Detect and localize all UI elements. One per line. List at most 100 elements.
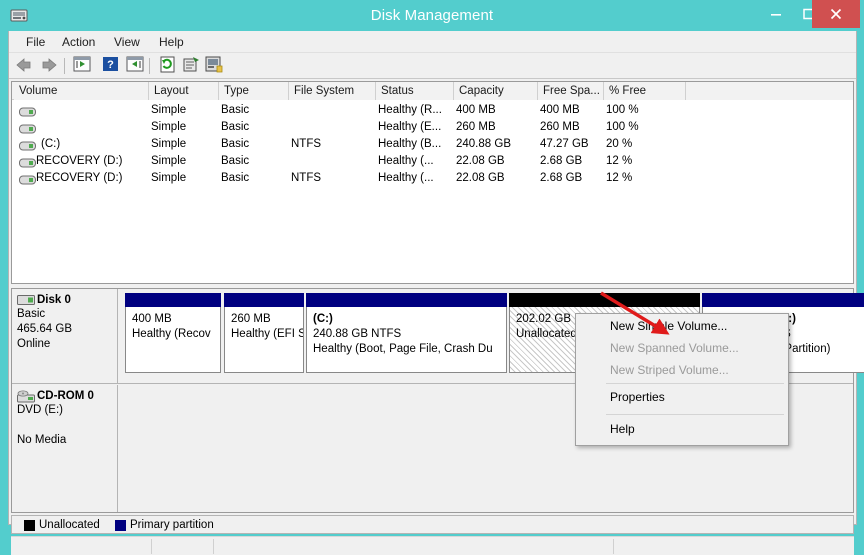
column-header-type[interactable]: Type — [219, 82, 289, 100]
column-header-file-system[interactable]: File System — [289, 82, 376, 100]
menu-bar: File Action View Help — [9, 31, 856, 53]
legend: Unallocated Primary partition — [11, 515, 854, 534]
partition-efi-260mb[interactable]: 260 MB Healthy (EFI S — [224, 293, 304, 373]
hard-disk-icon — [17, 294, 35, 307]
cell-free-space: 400 MB — [540, 102, 604, 119]
cell-volume: (C:) — [41, 136, 149, 153]
forward-button[interactable] — [39, 56, 61, 77]
column-header-layout[interactable]: Layout — [149, 82, 219, 100]
menu-item-new-striped-volume: New Striped Volume... — [577, 359, 788, 381]
disk-management-window: Disk Management File Action View Help — [0, 0, 864, 539]
svg-text:?: ? — [107, 59, 114, 71]
menu-item-help[interactable]: Help — [577, 418, 788, 440]
cell-volume — [39, 102, 149, 119]
partition-color-bar — [125, 293, 221, 307]
status-segment-2 — [151, 539, 213, 554]
menu-action[interactable]: Action — [55, 31, 102, 53]
partition-c-drive[interactable]: (C:) 240.88 GB NTFS Healthy (Boot, Page … — [306, 293, 507, 373]
column-header-blank[interactable] — [686, 82, 853, 100]
cell-free-space: 2.68 GB — [540, 170, 604, 187]
volume-list[interactable]: Volume Layout Type File System Status Ca… — [11, 81, 854, 284]
cdrom-icon — [17, 390, 35, 403]
show-hide-action-pane-button[interactable] — [126, 56, 148, 77]
cell-percent-free: 20 % — [606, 136, 686, 153]
status-segment-3 — [213, 539, 613, 554]
close-icon — [830, 8, 843, 21]
properties-icon — [182, 56, 201, 73]
cell-type: Basic — [221, 136, 289, 153]
column-header-free-space[interactable]: Free Spa... — [538, 82, 604, 100]
disk-name: CD-ROM 0 — [37, 390, 117, 403]
menu-view[interactable]: View — [107, 31, 147, 53]
disk-status: Online — [17, 337, 117, 352]
table-row[interactable]: RECOVERY (D:) Simple Basic NTFS Healthy … — [12, 170, 853, 187]
menu-item-new-simple-volume[interactable]: New Simple Volume... — [577, 315, 788, 337]
disk-status: No Media — [17, 433, 117, 448]
partition-recovery-400mb[interactable]: 400 MB Healthy (Recov — [125, 293, 221, 373]
cell-layout: Simple — [151, 119, 219, 136]
rescan-disks-icon — [159, 56, 177, 73]
toolbar-separator-2 — [149, 58, 150, 74]
forward-arrow-icon — [39, 56, 59, 74]
cell-percent-free: 12 % — [606, 153, 686, 170]
title-bar: Disk Management — [0, 0, 864, 31]
disk-info-disk-0[interactable]: Disk 0 Basic 465.64 GB Online — [12, 289, 118, 383]
cell-status: Healthy (... — [378, 153, 454, 170]
table-row[interactable]: Simple Basic Healthy (R... 400 MB 400 MB… — [12, 102, 853, 119]
toolbar: ? — [9, 53, 856, 79]
column-header-capacity[interactable]: Capacity — [454, 82, 538, 100]
menu-item-properties[interactable]: Properties — [577, 386, 788, 408]
legend-label-primary-partition: Primary partition — [130, 519, 214, 532]
volume-drive-icon — [19, 122, 36, 133]
minimize-icon — [770, 8, 782, 20]
cell-layout: Simple — [151, 153, 219, 170]
show-hide-console-tree-button[interactable] — [73, 56, 95, 77]
menu-help[interactable]: Help — [152, 31, 191, 53]
show-hide-action-pane-icon — [126, 56, 144, 72]
window-title: Disk Management — [0, 0, 864, 31]
properties-button[interactable] — [182, 56, 204, 77]
volume-drive-icon — [19, 173, 36, 184]
partition-status: Healthy (Boot, Page File, Crash Du — [313, 342, 506, 357]
table-row[interactable]: RECOVERY (D:) Simple Basic Healthy (... … — [12, 153, 853, 170]
partition-size: 240.88 GB NTFS — [313, 327, 506, 342]
table-row[interactable]: (C:) Simple Basic NTFS Healthy (B... 240… — [12, 136, 853, 153]
status-segment-4 — [613, 539, 852, 554]
help-button[interactable]: ? — [102, 56, 124, 77]
cell-percent-free: 100 % — [606, 102, 686, 119]
disk-info-cdrom-0[interactable]: CD-ROM 0 DVD (E:) No Media — [12, 385, 118, 512]
context-menu-separator-2 — [606, 414, 784, 415]
partition-color-bar — [224, 293, 304, 307]
cell-layout: Simple — [151, 136, 219, 153]
help-icon: ? — [102, 56, 119, 72]
menu-file[interactable]: File — [19, 31, 52, 53]
partition-color-bar — [509, 293, 700, 307]
context-menu: New Simple Volume... New Spanned Volume.… — [575, 313, 789, 446]
back-button[interactable] — [14, 56, 36, 77]
status-segment-1 — [11, 539, 151, 554]
cell-free-space: 47.27 GB — [540, 136, 604, 153]
column-header-volume[interactable]: Volume — [14, 82, 149, 100]
cell-volume — [39, 119, 149, 136]
close-button[interactable] — [812, 0, 860, 28]
back-arrow-icon — [14, 56, 34, 74]
menu-item-new-spanned-volume: New Spanned Volume... — [577, 337, 788, 359]
table-row[interactable]: Simple Basic Healthy (E... 260 MB 260 MB… — [12, 119, 853, 136]
rescan-disks-button[interactable] — [159, 56, 181, 77]
cell-status: Healthy (E... — [378, 119, 454, 136]
context-menu-separator-1 — [606, 383, 784, 384]
cell-percent-free: 12 % — [606, 170, 686, 187]
volume-drive-icon — [19, 156, 36, 167]
all-tasks-button[interactable] — [205, 56, 227, 77]
cell-file-system — [291, 102, 376, 119]
cell-layout: Simple — [151, 102, 219, 119]
cell-capacity: 240.88 GB — [456, 136, 538, 153]
cell-volume: RECOVERY (D:) — [36, 170, 149, 187]
column-header-status[interactable]: Status — [376, 82, 454, 100]
cell-capacity: 400 MB — [456, 102, 538, 119]
show-hide-console-tree-icon — [73, 56, 91, 72]
partition-title: (C:) — [313, 312, 506, 327]
cell-volume: RECOVERY (D:) — [36, 153, 149, 170]
column-header-percent-free[interactable]: % Free — [604, 82, 686, 100]
cell-file-system: NTFS — [291, 136, 376, 153]
